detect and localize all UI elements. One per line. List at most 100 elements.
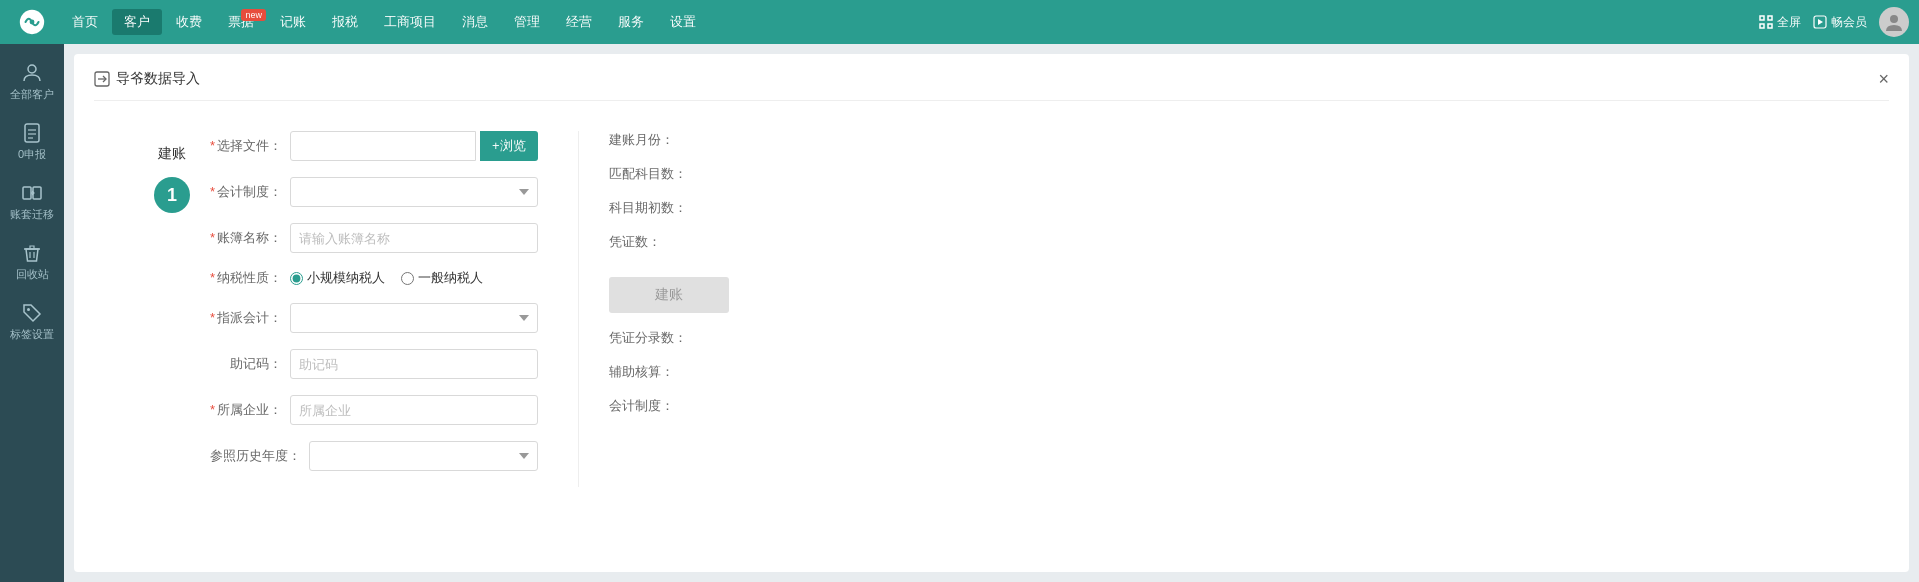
info-label-aux: 辅助核算： [609, 363, 689, 381]
tax-type-small-radio[interactable] [290, 272, 303, 285]
company-row: 所属企业： [210, 395, 538, 425]
sidebar-item-all-clients[interactable]: 全部客户 [0, 54, 64, 110]
browse-button[interactable]: +浏览 [480, 131, 538, 161]
nav-item-fee[interactable]: 收费 [164, 9, 214, 35]
fullscreen-icon [1759, 15, 1773, 29]
accounting-system-select[interactable] [290, 177, 538, 207]
fullscreen-btn[interactable]: 全屏 [1759, 14, 1801, 31]
info-row-aux: 辅助核算： [609, 363, 858, 381]
info-label-match: 匹配科目数： [609, 165, 689, 183]
nav-item-manage[interactable]: 管理 [502, 9, 552, 35]
page-content: 导爷数据导入 × 建账 1 [74, 54, 1909, 572]
form-fields: 选择文件： +浏览 会计制度： [210, 131, 538, 487]
svg-rect-5 [1768, 24, 1772, 28]
tag-icon [21, 302, 43, 324]
company-input[interactable] [290, 395, 538, 425]
play-icon [1813, 15, 1827, 29]
history-year-label: 参照历史年度： [210, 447, 301, 465]
new-badge: new [241, 9, 266, 21]
sidebar-item-trash[interactable]: 回收站 [0, 234, 64, 290]
svg-point-1 [30, 20, 35, 25]
nav-item-message[interactable]: 消息 [450, 9, 500, 35]
sidebar-item-tags[interactable]: 标签设置 [0, 294, 64, 350]
nav-item-operation[interactable]: 经营 [554, 9, 604, 35]
select-file-row: 选择文件： +浏览 [210, 131, 538, 161]
sidebar-item-trash-label: 回收站 [16, 267, 49, 282]
nav-right: 全屏 畅会员 [1759, 7, 1909, 37]
form-container: 建账 1 选择文件： +浏览 [94, 121, 1889, 497]
info-row-month: 建账月份： [609, 131, 858, 149]
accounting-system-label: 会计制度： [210, 183, 282, 201]
ledger-name-label: 账簿名称： [210, 229, 282, 247]
ledger-name-input[interactable] [290, 223, 538, 253]
info-label-accounting-system: 会计制度： [609, 397, 689, 415]
svg-rect-2 [1760, 16, 1764, 20]
info-row-voucher-entries: 凭证分录数： [609, 329, 858, 347]
tax-type-general[interactable]: 一般纳税人 [401, 269, 483, 287]
assign-accountant-label: 指派会计： [210, 309, 282, 327]
info-label-voucher: 凭证数： [609, 233, 689, 251]
sidebar-item-declaration-label: 0申报 [18, 147, 46, 162]
import-icon [94, 71, 110, 87]
svg-point-20 [27, 308, 30, 311]
svg-rect-14 [23, 187, 31, 199]
nav-item-business[interactable]: 工商项目 [372, 9, 448, 35]
accounting-system-row: 会计制度： [210, 177, 538, 207]
company-label: 所属企业： [210, 401, 282, 419]
info-panel: 建账月份： 匹配科目数： 科目期初数： 凭证数： [578, 131, 858, 487]
svg-point-8 [1890, 15, 1898, 23]
history-year-select[interactable] [309, 441, 538, 471]
tax-type-label: 纳税性质： [210, 269, 282, 287]
sidebar-item-tags-label: 标签设置 [10, 327, 54, 342]
sidebar-item-all-clients-label: 全部客户 [10, 87, 54, 102]
trash-icon [21, 242, 43, 264]
tax-type-small-label: 小规模纳税人 [307, 269, 385, 287]
nav-item-tax[interactable]: 报税 [320, 9, 370, 35]
info-label-voucher-entries: 凭证分录数： [609, 329, 689, 347]
nav-item-invoice[interactable]: 票据 new [216, 9, 266, 35]
sidebar-item-migrate[interactable]: 账套迁移 [0, 174, 64, 230]
nav-item-bookkeeping[interactable]: 记账 [268, 9, 318, 35]
form-left: 建账 1 选择文件： +浏览 [154, 131, 538, 487]
ledger-name-row: 账簿名称： [210, 223, 538, 253]
tax-type-general-radio[interactable] [401, 272, 414, 285]
info-label-month: 建账月份： [609, 131, 689, 149]
sidebar: 全部客户 0申报 账套迁移 [0, 44, 64, 582]
users-icon [21, 62, 43, 84]
declaration-icon [21, 122, 43, 144]
history-year-row: 参照历史年度： [210, 441, 538, 471]
top-nav: 首页 客户 收费 票据 new 记账 报税 工商项目 消息 管理 经营 服务 设… [0, 0, 1919, 44]
info-row-accounting-system: 会计制度： [609, 397, 858, 415]
info-row-match: 匹配科目数： [609, 165, 858, 183]
avatar-icon [1883, 11, 1905, 33]
avatar[interactable] [1879, 7, 1909, 37]
svg-rect-10 [25, 124, 39, 142]
sidebar-item-migrate-label: 账套迁移 [10, 207, 54, 222]
assign-accountant-row: 指派会计： [210, 303, 538, 333]
nav-item-client[interactable]: 客户 [112, 9, 162, 35]
logo [10, 0, 54, 44]
tax-type-general-label: 一般纳税人 [418, 269, 483, 287]
page-header: 导爷数据导入 × [94, 70, 1889, 101]
file-input[interactable] [290, 131, 476, 161]
member-btn[interactable]: 畅会员 [1813, 14, 1867, 31]
fullscreen-label: 全屏 [1777, 14, 1801, 31]
svg-rect-3 [1768, 16, 1772, 20]
migrate-icon [21, 182, 43, 204]
nav-items: 首页 客户 收费 票据 new 记账 报税 工商项目 消息 管理 经营 服务 设… [60, 9, 1759, 35]
assign-accountant-select[interactable] [290, 303, 538, 333]
select-file-label: 选择文件： [210, 137, 282, 155]
nav-item-home[interactable]: 首页 [60, 9, 110, 35]
close-button[interactable]: × [1878, 70, 1889, 88]
info-row-initial: 科目期初数： [609, 199, 858, 217]
page-title-text: 导爷数据导入 [116, 70, 200, 88]
step-badge: 1 [154, 177, 190, 213]
member-label: 畅会员 [1831, 14, 1867, 31]
sidebar-item-declaration[interactable]: 0申报 [0, 114, 64, 170]
tax-type-small[interactable]: 小规模纳税人 [290, 269, 385, 287]
nav-item-settings[interactable]: 设置 [658, 9, 708, 35]
nav-item-service[interactable]: 服务 [606, 9, 656, 35]
build-account-button[interactable]: 建账 [609, 277, 729, 313]
content-area: 导爷数据导入 × 建账 1 [64, 44, 1919, 582]
memo-code-input[interactable] [290, 349, 538, 379]
